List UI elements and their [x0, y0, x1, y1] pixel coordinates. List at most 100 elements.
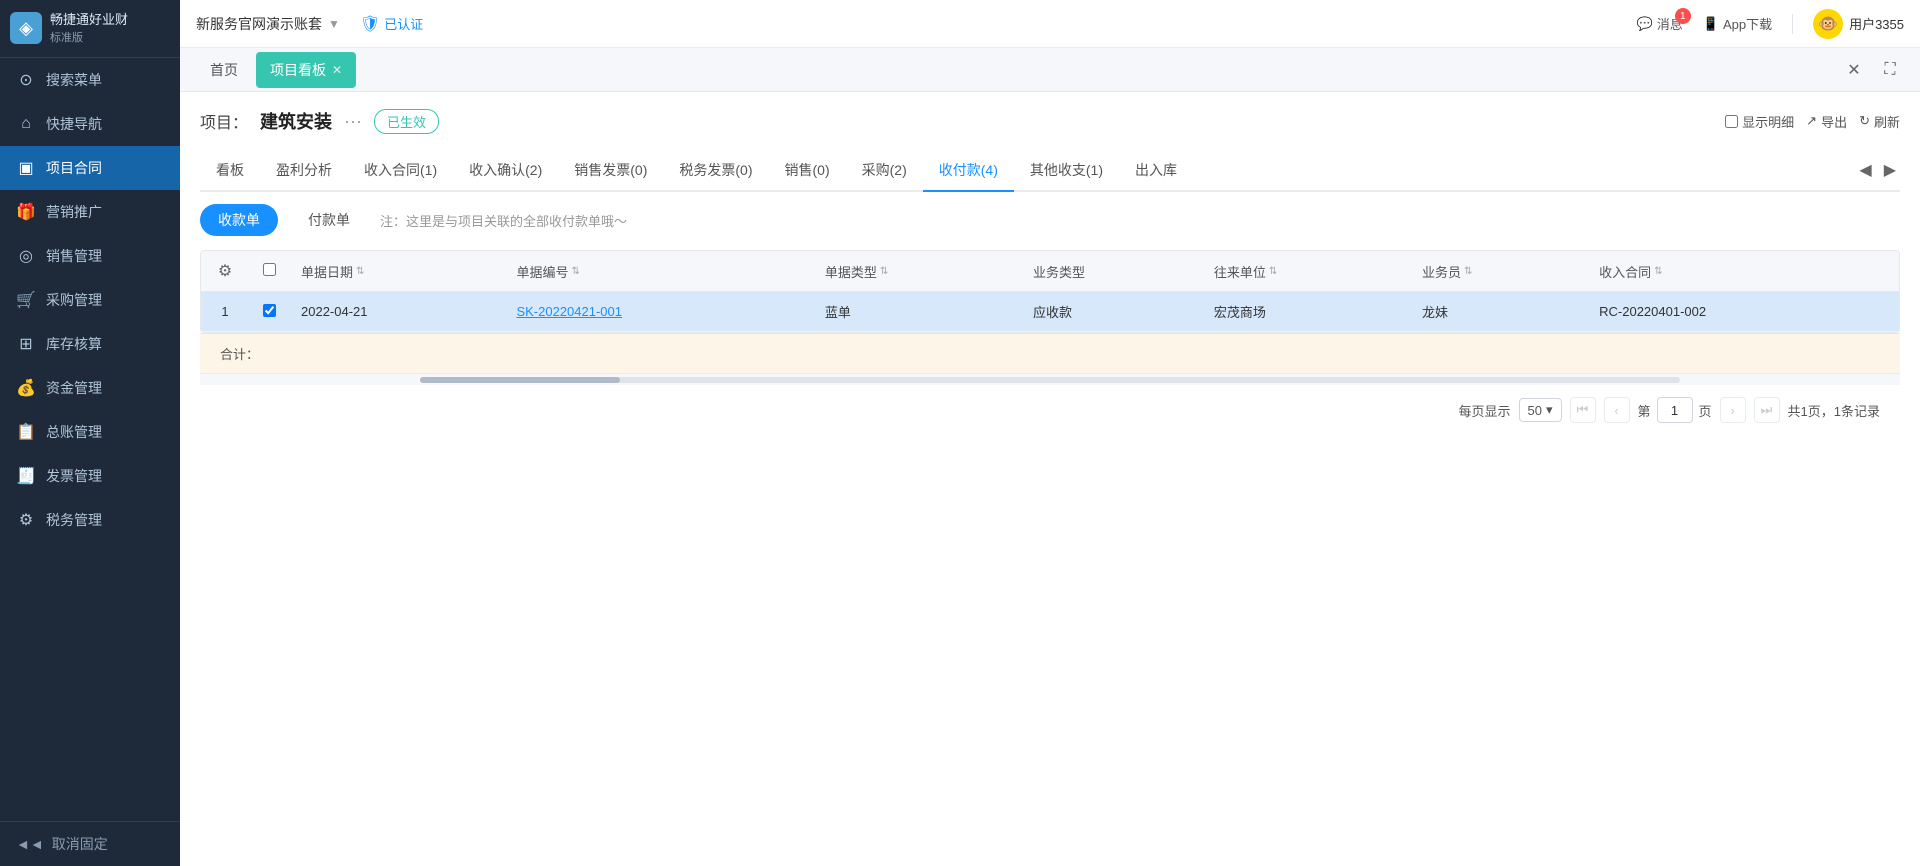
sidebar-item-sales[interactable]: ◎ 销售管理	[0, 234, 180, 278]
td-number[interactable]: SK-20220421-001	[504, 292, 812, 332]
subtab-receivable[interactable]: 收付款(4)	[923, 150, 1014, 192]
sidebar-item-project-contract[interactable]: ▣ 项目合同	[0, 146, 180, 190]
page-suffix: 页	[1699, 401, 1712, 420]
app-logo: ◈	[10, 12, 42, 44]
document-number-link[interactable]: SK-20220421-001	[516, 304, 622, 319]
page-input[interactable]	[1657, 397, 1693, 423]
sidebar-item-label: 搜索菜单	[46, 70, 102, 90]
show-detail-checkbox[interactable]	[1725, 115, 1738, 128]
workspace-selector[interactable]: 新服务官网演示账套 ▼	[196, 14, 340, 34]
sidebar-item-tax[interactable]: ⚙ 税务管理	[0, 498, 180, 542]
sidebar-item-quick-nav[interactable]: ⌂ 快捷导航	[0, 102, 180, 146]
subtab-sales[interactable]: 销售(0)	[769, 150, 846, 192]
subtab-next-button[interactable]: ▶	[1880, 156, 1900, 184]
first-page-button[interactable]: ⏮	[1570, 397, 1596, 423]
th-income-contract: 收入合同 ⇅	[1587, 251, 1899, 292]
tab-project-board[interactable]: 项目看板 ✕	[256, 52, 356, 88]
export-button[interactable]: ↗ 导出	[1806, 112, 1847, 131]
sidebar-item-search[interactable]: ⊙ 搜索菜单	[0, 58, 180, 102]
th-partner-label: 往来单位	[1214, 262, 1266, 281]
th-type: 单据类型 ⇅	[813, 251, 1021, 292]
subtab-in-out[interactable]: 出入库	[1119, 150, 1193, 192]
export-label: 导出	[1821, 112, 1847, 131]
td-row-index: 1	[201, 292, 249, 332]
row-checkbox[interactable]	[263, 304, 276, 317]
sort-icon: ⇅	[1269, 266, 1277, 277]
th-number: 单据编号 ⇅	[504, 251, 812, 292]
refresh-button[interactable]: ↻ 刷新	[1859, 112, 1900, 131]
refresh-label: 刷新	[1874, 112, 1900, 131]
fund-icon: 💰	[16, 378, 36, 398]
export-icon: ↗	[1806, 113, 1817, 129]
phone-icon: 📱	[1703, 16, 1719, 32]
subtab-sales-invoice[interactable]: 销售发票(0)	[558, 150, 663, 192]
sort-icon: ⇅	[571, 266, 579, 277]
sidebar-nav: ⊙ 搜索菜单 ⌂ 快捷导航 ▣ 项目合同 🎁 营销推广 ◎ 销售管理 🛒 采购管…	[0, 58, 180, 821]
next-page-button[interactable]: ›	[1720, 397, 1746, 423]
section-note: 注：这里是与项目关联的全部收付款单哦～	[380, 211, 627, 230]
per-page-selector[interactable]: 50 ▾	[1519, 398, 1562, 422]
sidebar-item-inventory[interactable]: ⊞ 库存核算	[0, 322, 180, 366]
sidebar-item-invoice[interactable]: 🧾 发票管理	[0, 454, 180, 498]
close-tab-button[interactable]: ✕	[1840, 56, 1868, 84]
td-date: 2022-04-21	[289, 292, 504, 332]
tab-project-board-label: 项目看板	[270, 60, 326, 80]
app-download-button[interactable]: 📱 App下载	[1703, 14, 1772, 33]
summary-row: 合计：	[200, 333, 1900, 373]
project-more-icon[interactable]: ···	[344, 111, 362, 132]
maximize-button[interactable]: ⛶	[1876, 56, 1904, 84]
topbar-divider	[1792, 14, 1793, 34]
section-tab-pay[interactable]: 付款单	[290, 204, 368, 236]
td-type: 蓝单	[813, 292, 1021, 332]
sidebar-item-fund[interactable]: 💰 资金管理	[0, 366, 180, 410]
sidebar-item-marketing[interactable]: 🎁 营销推广	[0, 190, 180, 234]
certified-badge: 🛡 已认证	[360, 14, 423, 34]
section-tabs: 收款单 付款单 注：这里是与项目关联的全部收付款单哦～	[200, 204, 1900, 236]
subtab-profit[interactable]: 盈利分析	[260, 150, 348, 192]
workspace-dropdown-icon: ▼	[328, 17, 340, 31]
section-tab-receive[interactable]: 收款单	[200, 204, 278, 236]
tax-icon: ⚙	[16, 510, 36, 530]
unpin-label: 取消固定	[52, 834, 108, 854]
td-salesperson: 龙妹	[1410, 292, 1587, 332]
sidebar-unpin-button[interactable]: ◄◄ 取消固定	[0, 821, 180, 866]
user-menu[interactable]: 🐵 用户3355	[1813, 9, 1904, 39]
table-row: 1 2022-04-21 SK-20220421-001 蓝单 应收款 宏茂商场	[201, 292, 1899, 332]
subtab-purchase[interactable]: 采购(2)	[846, 150, 923, 192]
horizontal-scrollbar[interactable]	[200, 373, 1900, 385]
tab-home[interactable]: 首页	[196, 52, 252, 88]
subtab-kanban[interactable]: 看板	[200, 150, 260, 192]
subtab-income-contract[interactable]: 收入合同(1)	[348, 150, 453, 192]
gift-icon: 🎁	[16, 202, 36, 222]
tab-close-icon[interactable]: ✕	[332, 63, 342, 77]
workspace-name: 新服务官网演示账套	[196, 14, 322, 34]
scroll-track	[420, 377, 1680, 383]
table-header-row: ⚙ 单据日期 ⇅	[201, 251, 1899, 292]
subtab-other-expense[interactable]: 其他收支(1)	[1014, 150, 1119, 192]
per-page-value: 50	[1528, 403, 1542, 418]
sort-icon: ⇅	[1464, 266, 1472, 277]
sidebar-item-ledger[interactable]: 📋 总账管理	[0, 410, 180, 454]
subtab-nav: ◀ ▶	[1855, 156, 1900, 184]
message-icon: 💬	[1637, 16, 1653, 32]
th-type-label: 单据类型	[825, 262, 877, 281]
column-settings-icon[interactable]: ⚙	[218, 263, 232, 280]
show-detail-toggle[interactable]: 显示明细	[1725, 112, 1794, 131]
th-gear: ⚙	[201, 251, 249, 292]
sidebar-item-purchase[interactable]: 🛒 采购管理	[0, 278, 180, 322]
last-page-button[interactable]: ⏭	[1754, 397, 1780, 423]
select-all-checkbox[interactable]	[263, 263, 276, 276]
content-area: 首页 项目看板 ✕ ✕ ⛶ 项目： 建筑安装 ··· 已生效	[180, 48, 1920, 866]
project-status-badge: 已生效	[374, 109, 439, 134]
subtab-income-confirm[interactable]: 收入确认(2)	[453, 150, 558, 192]
prev-page-button[interactable]: ‹	[1604, 397, 1630, 423]
sidebar-item-label: 总账管理	[46, 422, 102, 442]
subtab-tax-invoice[interactable]: 税务发票(0)	[663, 150, 768, 192]
subtab-prev-button[interactable]: ◀	[1855, 156, 1875, 184]
sidebar-item-label: 项目合同	[46, 158, 102, 178]
sidebar-header: ◈ 畅捷通好业财 标准版	[0, 0, 180, 58]
scroll-thumb[interactable]	[420, 377, 620, 383]
sales-icon: ◎	[16, 246, 36, 266]
message-button[interactable]: 💬 消息 1	[1637, 14, 1683, 33]
summary-label: 合计：	[220, 347, 259, 362]
